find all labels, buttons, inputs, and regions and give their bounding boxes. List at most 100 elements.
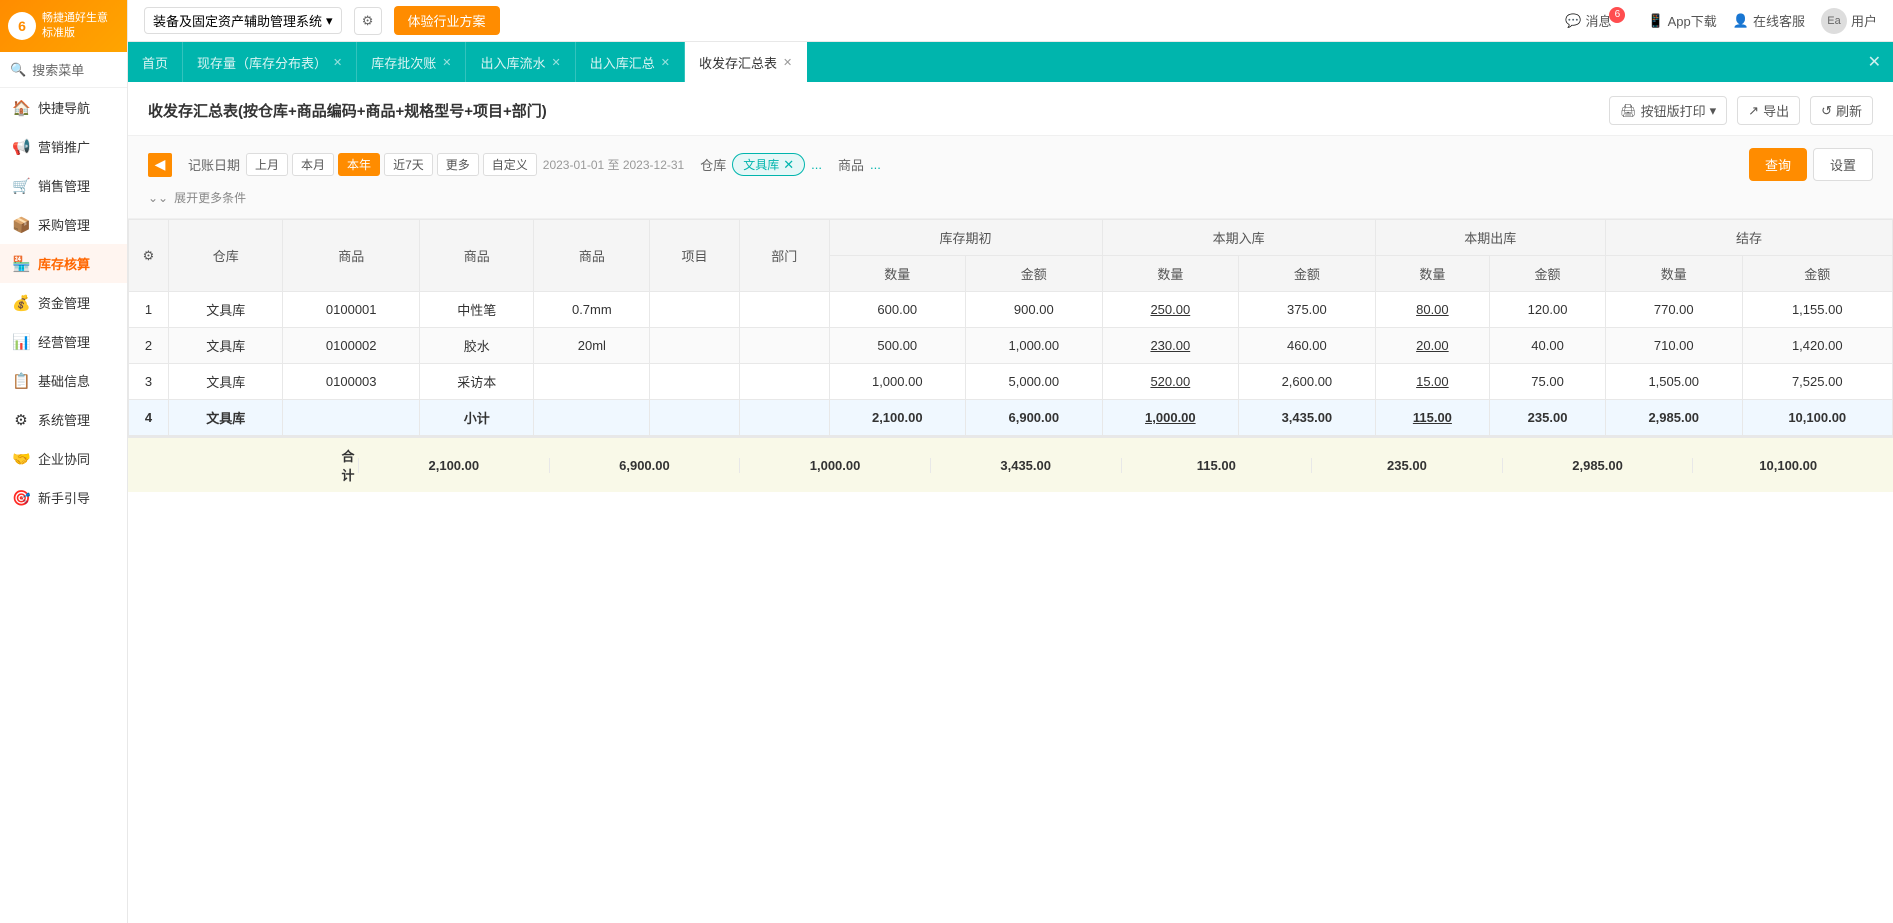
online-service-button[interactable]: 👤 在线客服 [1733,11,1805,30]
footer-label: 合计 [138,446,358,484]
warehouse-more-btn[interactable]: ... [811,157,822,172]
footer-values: 2,100.00 6,900.00 1,000.00 3,435.00 115.… [358,458,1883,473]
avatar: Ea [1821,8,1847,34]
cell-out-qty-link[interactable]: 20.00 [1416,338,1449,353]
tab-inout-summary[interactable]: 出入库汇总 ✕ [576,42,685,82]
footer-balance-qty: 2,985.00 [1502,458,1693,473]
cell-name: 胶水 [420,328,534,364]
col-opening-qty: 数量 [829,256,966,292]
cell-project [650,364,740,400]
message-badge: 6 [1609,7,1625,23]
warehouse-tag-close[interactable]: ✕ [783,157,794,173]
user-menu[interactable]: Ea 用户 [1821,8,1877,34]
footer-balance-amt: 10,100.00 [1692,458,1883,473]
date-btn-this-month[interactable]: 本月 [292,153,334,176]
date-btn-7days[interactable]: 近7天 [384,153,433,176]
cell-in-qty-link[interactable]: 230.00 [1150,338,1190,353]
trial-button[interactable]: 体验行业方案 [394,6,500,35]
cell-in-qty-link[interactable]: 520.00 [1150,374,1190,389]
system-select[interactable]: 装备及固定资产辅助管理系统 ▾ [144,7,342,34]
cell-code: 0100001 [283,292,420,328]
cell-dept [739,292,829,328]
sidebar-item-system[interactable]: ⚙ 系统管理 [0,400,127,439]
date-btn-last-month[interactable]: 上月 [246,153,288,176]
cell-dept [739,364,829,400]
cell-opening-amt: 900.00 [966,292,1103,328]
app-download-button[interactable]: 📱 App下载 [1647,11,1716,30]
col-in-amt: 金额 [1239,256,1376,292]
sidebar-search[interactable]: 🔍 搜索菜单 [0,52,127,88]
tab-batch[interactable]: 库存批次账 ✕ [357,42,466,82]
sidebar-item-newbie[interactable]: 🎯 新手引导 [0,478,127,517]
sidebar-item-marketing[interactable]: 📢 营销推广 [0,127,127,166]
table-settings-icon: ⚙ [143,248,155,263]
export-icon: ↗ [1748,103,1759,119]
date-btn-this-year[interactable]: 本年 [338,153,380,176]
tab-close-stock-dist[interactable]: ✕ [333,56,342,69]
cell-opening-amt: 6,900.00 [966,400,1103,436]
cell-code: 0100003 [283,364,420,400]
tab-close-inout-flow[interactable]: ✕ [552,56,561,69]
footer-opening-amt: 6,900.00 [549,458,740,473]
tab-close-inout-summary[interactable]: ✕ [661,56,670,69]
cell-balance-amt: 10,100.00 [1742,400,1892,436]
marketing-icon: 📢 [12,138,30,156]
setting-button[interactable]: 设置 [1813,148,1873,181]
filter-collapse-button[interactable]: ◀ [148,153,172,177]
cell-in-amt: 460.00 [1239,328,1376,364]
system-icon: ⚙ [12,411,30,429]
tab-collect-summary[interactable]: 收发存汇总表 ✕ [685,42,807,82]
tab-inout-flow[interactable]: 出入库流水 ✕ [466,42,575,82]
inventory-icon: 🏪 [12,255,30,273]
sidebar-item-purchase[interactable]: 📦 采购管理 [0,205,127,244]
sidebar-item-basic[interactable]: 📋 基础信息 [0,361,127,400]
export-button[interactable]: ↗ 导出 [1737,96,1800,125]
cell-out-qty-link[interactable]: 115.00 [1413,410,1452,425]
footer-out-qty: 115.00 [1121,458,1312,473]
cell-warehouse: 文具库 [169,292,283,328]
table-settings-header[interactable]: ⚙ [129,220,169,292]
cell-in-qty-link[interactable]: 250.00 [1150,302,1190,317]
footer-out-amt: 235.00 [1311,458,1502,473]
cell-balance-amt: 1,420.00 [1742,328,1892,364]
message-button[interactable]: 💬 消息 6 [1565,11,1631,30]
cell-in-qty-link[interactable]: 1,000.00 [1145,410,1196,425]
table-row: 3文具库0100003采访本1,000.005,000.00520.002,60… [129,364,1893,400]
cell-spec [534,400,650,436]
sidebar-item-inventory[interactable]: 🏪 库存核算 [0,244,127,283]
tab-close-collect-summary[interactable]: ✕ [783,56,792,69]
print-button[interactable]: 🖨 按钮版打印 ▾ [1609,96,1727,125]
goods-more-btn[interactable]: ... [870,157,881,172]
tab-stock-dist[interactable]: 现存量（库存分布表） ✕ [183,42,357,82]
refresh-button[interactable]: ↺ 刷新 [1810,96,1873,125]
cell-out-qty-link[interactable]: 15.00 [1416,374,1449,389]
sidebar-item-sales[interactable]: 🛒 销售管理 [0,166,127,205]
sidebar-item-finance[interactable]: 💰 资金管理 [0,283,127,322]
cell-dept [739,328,829,364]
footer-in-amt: 3,435.00 [930,458,1121,473]
query-button[interactable]: 查询 [1749,148,1807,181]
cell-balance-amt: 7,525.00 [1742,364,1892,400]
settings-button[interactable]: ⚙ [354,7,382,35]
col-name: 商品 [420,220,534,292]
sidebar-item-enterprise[interactable]: 🤝 企业协同 [0,439,127,478]
sidebar-item-operation[interactable]: 📊 经营管理 [0,322,127,361]
tab-close-batch[interactable]: ✕ [442,56,451,69]
tab-home[interactable]: 首页 [128,42,183,82]
cell-opening-qty: 600.00 [829,292,966,328]
col-balance-qty: 数量 [1605,256,1742,292]
expand-more-row[interactable]: ⌄⌄ 展开更多条件 [148,189,1873,206]
sidebar-item-quick-nav[interactable]: 🏠 快捷导航 [0,88,127,127]
date-range: 2023-01-01 至 2023-12-31 [543,156,684,173]
date-buttons: 上月 本月 本年 近7天 更多 自定义 [246,153,537,176]
cell-out-qty: 115.00 [1375,400,1489,436]
cell-in-qty: 230.00 [1102,328,1239,364]
cell-out-amt: 40.00 [1490,328,1606,364]
date-filter-label: 记账日期 [188,155,240,174]
cell-project [650,400,740,436]
cell-out-qty-link[interactable]: 80.00 [1416,302,1449,317]
expand-label: 展开更多条件 [174,189,246,206]
date-btn-more[interactable]: 更多 [437,153,479,176]
date-btn-custom[interactable]: 自定义 [483,153,537,176]
tab-bar-close-all[interactable]: ✕ [1856,52,1893,72]
